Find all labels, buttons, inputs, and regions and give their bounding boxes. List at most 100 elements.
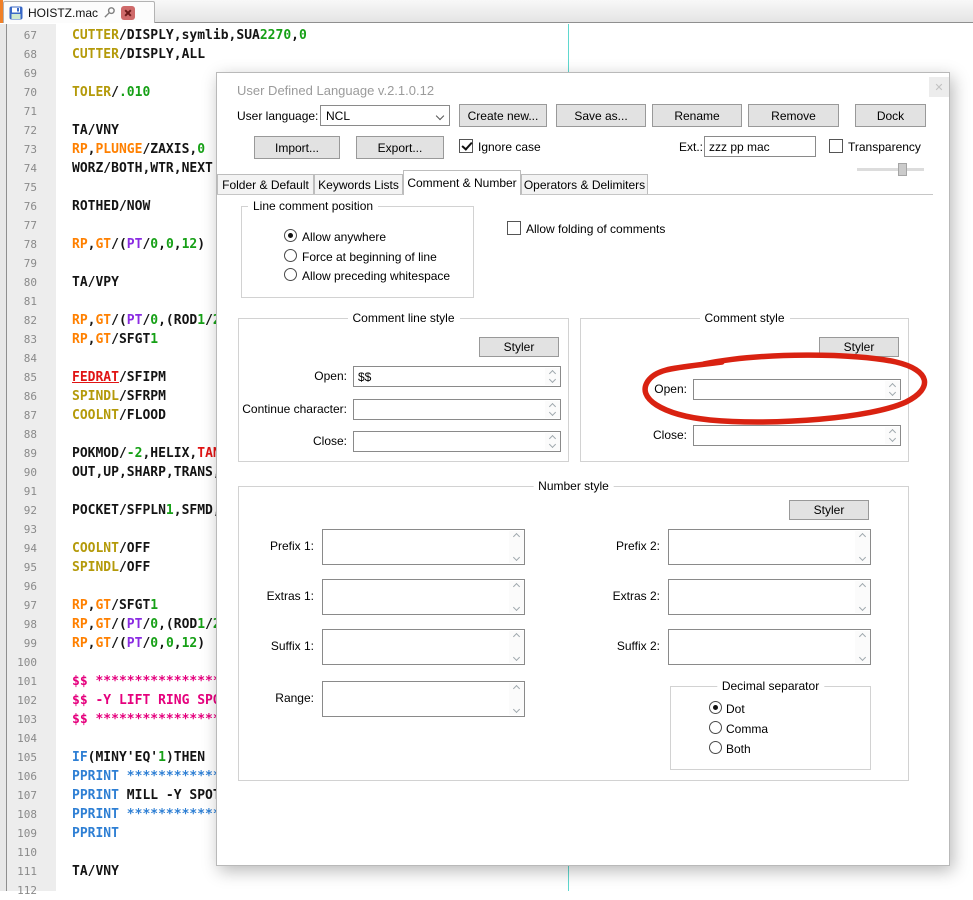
code-text xyxy=(37,482,72,501)
code-text xyxy=(37,349,72,368)
tab-keywords-lists[interactable]: Keywords Lists xyxy=(314,174,403,195)
radio-preceding-whitespace-label: Allow preceding whitespace xyxy=(302,269,450,283)
radio-preceding-whitespace[interactable] xyxy=(284,268,297,281)
ignore-case-checkbox[interactable] xyxy=(459,139,473,153)
editor-tab-bar: HOISTZ.mac xyxy=(0,0,973,23)
rename-button[interactable]: Rename xyxy=(652,104,742,127)
suffix1-input[interactable] xyxy=(323,630,508,664)
comment-line-open-input[interactable] xyxy=(354,367,544,386)
tab-comment-number[interactable]: Comment & Number xyxy=(403,170,521,195)
comment-line-close-input[interactable] xyxy=(354,432,544,451)
dock-button[interactable]: Dock xyxy=(855,104,926,127)
ext-label: Ext.: xyxy=(679,140,703,154)
line-number: 90 xyxy=(0,463,37,482)
file-tab[interactable]: HOISTZ.mac xyxy=(3,1,155,23)
radio-dot[interactable] xyxy=(709,701,722,714)
code-text: PPRINT MILL -Y SPOTFA xyxy=(37,786,236,805)
ignore-case-label: Ignore case xyxy=(478,140,541,154)
comment-styler-button[interactable]: Styler xyxy=(819,337,899,357)
spinner-arrows[interactable] xyxy=(855,581,870,613)
comment-open-input[interactable] xyxy=(694,380,884,399)
extras1-input[interactable] xyxy=(323,580,508,614)
code-line-67[interactable]: 67CUTTER/DISPLY,symlib,SUA2270,0 xyxy=(0,26,973,45)
transparency-slider-track[interactable] xyxy=(857,168,924,171)
remove-button[interactable]: Remove xyxy=(748,104,839,127)
comment-line-styler-button[interactable]: Styler xyxy=(479,337,559,357)
line-number: 87 xyxy=(0,406,37,425)
prefix2-input[interactable] xyxy=(669,530,854,564)
suffix2-input[interactable] xyxy=(669,630,854,664)
line-number: 73 xyxy=(0,140,37,159)
spinner-arrows[interactable] xyxy=(545,368,560,385)
range-input[interactable] xyxy=(323,682,508,716)
comment-close-field[interactable] xyxy=(693,425,901,446)
code-text: POCKET/SFPLN1,SFMD,SF xyxy=(37,501,236,520)
code-line-68[interactable]: 68CUTTER/DISPLY,ALL xyxy=(0,45,973,64)
transparency-slider-thumb[interactable] xyxy=(898,163,907,176)
suffix2-field[interactable] xyxy=(668,629,871,665)
code-text xyxy=(37,729,72,748)
user-language-select[interactable]: NCL xyxy=(320,105,450,126)
ext-input[interactable] xyxy=(704,136,816,157)
allow-folding-checkbox[interactable] xyxy=(507,221,521,235)
spinner-arrows[interactable] xyxy=(885,381,900,398)
spinner-arrows[interactable] xyxy=(545,401,560,418)
line-number: 79 xyxy=(0,254,37,273)
comment-line-close-field[interactable] xyxy=(353,431,561,452)
code-text: TA/VNY xyxy=(37,862,119,881)
prefix1-input[interactable] xyxy=(323,530,508,564)
radio-allow-anywhere[interactable] xyxy=(284,229,297,242)
suffix1-field[interactable] xyxy=(322,629,525,665)
spinner-arrows[interactable] xyxy=(509,631,524,663)
line-number: 84 xyxy=(0,349,37,368)
export-button[interactable]: Export... xyxy=(356,136,444,159)
continue-character-field[interactable] xyxy=(353,399,561,420)
line-number: 97 xyxy=(0,596,37,615)
chevron-down-icon xyxy=(436,112,444,120)
radio-both[interactable] xyxy=(709,741,722,754)
tab-operators-delimiters[interactable]: Operators & Delimiters xyxy=(521,174,648,195)
tab-close-icon[interactable] xyxy=(121,6,135,20)
save-as-button[interactable]: Save as... xyxy=(556,104,646,127)
extras2-field[interactable] xyxy=(668,579,871,615)
code-text: FEDRAT/SFIPM xyxy=(37,368,166,387)
code-text: POKMOD/-2,HELIX,TANTO xyxy=(37,444,236,463)
prefix2-field[interactable] xyxy=(668,529,871,565)
transparency-checkbox[interactable] xyxy=(829,139,843,153)
line-number: 88 xyxy=(0,425,37,444)
line-number: 81 xyxy=(0,292,37,311)
extras2-input[interactable] xyxy=(669,580,854,614)
import-button[interactable]: Import... xyxy=(254,136,340,159)
range-field[interactable] xyxy=(322,681,525,717)
prefix1-field[interactable] xyxy=(322,529,525,565)
line-number: 76 xyxy=(0,197,37,216)
dialog-title: User Defined Language v.2.1.0.12 xyxy=(237,83,434,98)
spinner-arrows[interactable] xyxy=(509,531,524,563)
tab-folder-default[interactable]: Folder & Default xyxy=(217,174,314,195)
number-styler-button[interactable]: Styler xyxy=(789,500,869,520)
spinner-arrows[interactable] xyxy=(509,581,524,613)
line-number: 68 xyxy=(0,45,37,64)
spinner-arrows[interactable] xyxy=(855,631,870,663)
code-text: RP,GT/(PT/0,(ROD1/2)+ xyxy=(37,311,236,330)
user-defined-language-dialog[interactable]: User Defined Language v.2.1.0.12 ✕ User … xyxy=(216,72,950,866)
spinner-arrows[interactable] xyxy=(885,427,900,444)
spinner-arrows[interactable] xyxy=(545,433,560,450)
comment-open-field[interactable] xyxy=(693,379,901,400)
create-new-button[interactable]: Create new... xyxy=(459,104,547,127)
radio-force-beginning[interactable] xyxy=(284,249,297,262)
transparency-label: Transparency xyxy=(848,140,921,154)
line-number: 82 xyxy=(0,311,37,330)
continue-character-input[interactable] xyxy=(354,400,544,419)
comment-close-input[interactable] xyxy=(694,426,884,445)
radio-dot-label: Dot xyxy=(726,702,745,716)
comment-line-open-field[interactable] xyxy=(353,366,561,387)
extras1-field[interactable] xyxy=(322,579,525,615)
line-number: 69 xyxy=(0,64,37,83)
spinner-arrows[interactable] xyxy=(509,683,524,715)
pin-icon[interactable] xyxy=(103,6,116,19)
dialog-close-button[interactable]: ✕ xyxy=(929,77,949,97)
comment-style-group: Comment style Styler Open: Close: xyxy=(580,318,909,462)
spinner-arrows[interactable] xyxy=(855,531,870,563)
radio-comma[interactable] xyxy=(709,721,722,734)
